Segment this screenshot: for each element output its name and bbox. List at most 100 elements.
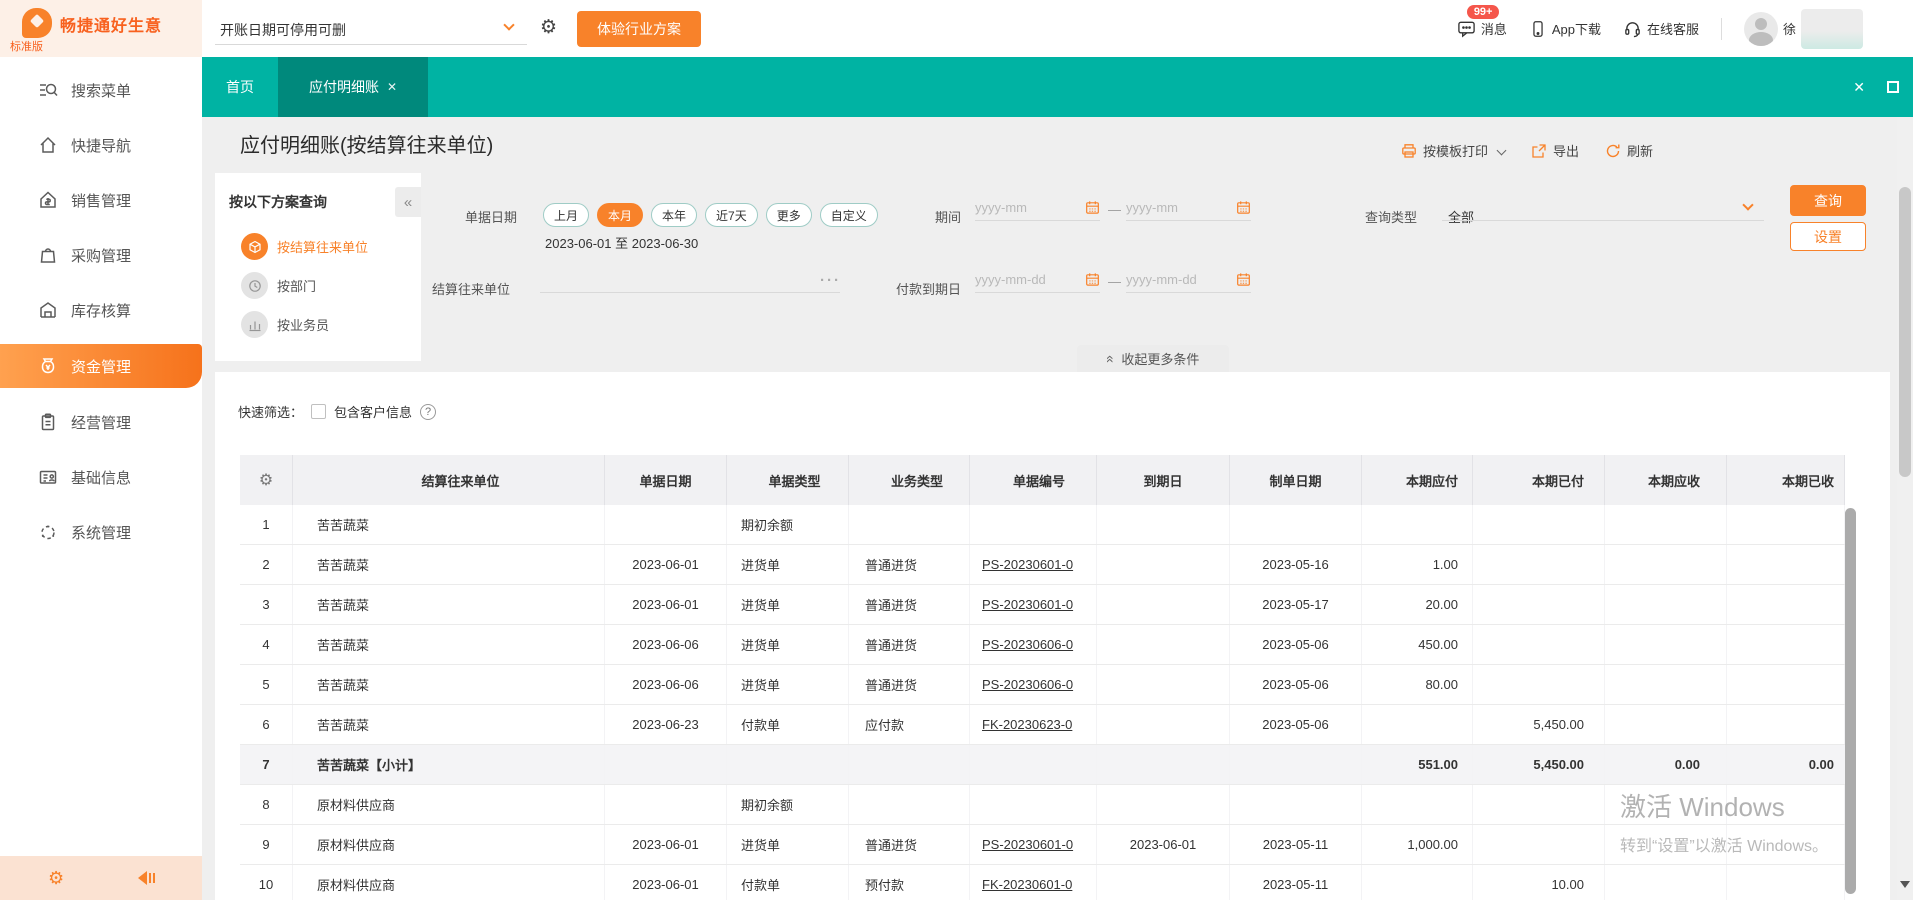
trial-industry-button[interactable]: 体验行业方案: [577, 11, 701, 47]
cell-no[interactable]: PS-20230601-0: [970, 545, 1097, 584]
sidebar-item-funds[interactable]: 资金管理: [0, 344, 202, 388]
doc-number-link[interactable]: PS-20230606-0: [982, 677, 1073, 692]
doc-number-link[interactable]: PS-20230601-0: [982, 597, 1073, 612]
more-icon[interactable]: ···: [820, 272, 841, 289]
refresh-button[interactable]: 刷新: [1605, 141, 1653, 160]
calendar-icon[interactable]: [1085, 272, 1100, 287]
date-chip-上月[interactable]: 上月: [543, 203, 590, 227]
table-scrollbar[interactable]: [1845, 508, 1856, 894]
column-header[interactable]: 业务类型: [849, 455, 970, 505]
doc-number-link[interactable]: FK-20230601-0: [982, 877, 1072, 892]
messages-button[interactable]: 99+ 消息: [1457, 5, 1507, 38]
date-range-value[interactable]: 2023-06-01 至 2023-06-30: [545, 233, 698, 252]
online-support-button[interactable]: 在线客服: [1623, 19, 1699, 38]
column-settings-gear-icon[interactable]: ⚙: [240, 455, 293, 505]
tab-home[interactable]: 首页: [202, 57, 278, 117]
cell-no[interactable]: PS-20230606-0: [970, 625, 1097, 664]
table-row[interactable]: 4 苦苦蔬菜 2023-06-06 进货单 普通进货 PS-20230606-0 2023-…: [240, 625, 1845, 665]
table-row[interactable]: 6 苦苦蔬菜 2023-06-23 付款单 应付款 FK-20230623-0 2023-0…: [240, 705, 1845, 745]
search-button[interactable]: 查询: [1790, 185, 1866, 216]
sidebar-item-base-info[interactable]: 基础信息: [0, 452, 202, 502]
sidebar-settings-gear-icon[interactable]: ⚙: [48, 868, 64, 889]
page-scrollbar-thumb[interactable]: [1899, 187, 1911, 477]
calendar-icon[interactable]: [1085, 200, 1100, 215]
scheme-by-department[interactable]: 按部门: [215, 266, 421, 305]
collapse-panel-button[interactable]: «: [395, 187, 421, 217]
date-chip-更多[interactable]: 更多: [765, 203, 812, 227]
doc-number-link[interactable]: PS-20230601-0: [982, 557, 1073, 572]
cell-no[interactable]: PS-20230601-0: [970, 585, 1097, 624]
collapse-more-conditions[interactable]: « 收起更多条件: [1077, 345, 1229, 372]
shopping-bag-icon: [40, 248, 56, 263]
due-to-input[interactable]: yyyy-mm-dd: [1126, 267, 1251, 293]
period-from-input[interactable]: yyyy-mm: [975, 195, 1100, 221]
column-header[interactable]: 单据日期: [605, 455, 727, 505]
tab-payable-ledger[interactable]: 应付明细账 ✕: [278, 57, 428, 117]
settings-button[interactable]: 设置: [1790, 222, 1866, 251]
table-row[interactable]: 10 原材料供应商 2023-06-01 付款单 预付款 FK-20230601-0 202…: [240, 865, 1845, 900]
table-row[interactable]: 3 苦苦蔬菜 2023-06-01 进货单 普通进货 PS-20230601-0 2023-…: [240, 585, 1845, 625]
query-type-select[interactable]: [1442, 195, 1764, 221]
column-header[interactable]: 本期已收: [1727, 455, 1845, 505]
app-download-button[interactable]: App下载: [1529, 19, 1601, 38]
sidebar-item-search-menu[interactable]: 搜索菜单: [0, 65, 202, 115]
page-scrollbar[interactable]: [1897, 117, 1913, 900]
period-to-input[interactable]: yyyy-mm: [1126, 195, 1251, 221]
sidebar-item-operations[interactable]: 经营管理: [0, 397, 202, 447]
account-set-dropdown[interactable]: 开账日期可停用可删: [215, 13, 527, 45]
export-button[interactable]: 导出: [1531, 141, 1579, 160]
table-row[interactable]: 1 苦苦蔬菜 期初余额: [240, 505, 1845, 545]
date-chip-自定义[interactable]: 自定义: [819, 203, 878, 227]
cell-type: 进货单: [727, 665, 849, 704]
collapse-sidebar-icon[interactable]: [138, 871, 154, 885]
column-header[interactable]: 本期应收: [1605, 455, 1727, 505]
table-row[interactable]: 7 苦苦蔬菜【小计】 551.00 5,450.00 0.00 0.00: [240, 745, 1845, 785]
table-row[interactable]: 9 原材料供应商 2023-06-01 进货单 普通进货 PS-20230601-0 202…: [240, 825, 1845, 865]
doc-number-link[interactable]: PS-20230606-0: [982, 637, 1073, 652]
tab-close-icon[interactable]: ✕: [387, 80, 397, 94]
calendar-icon[interactable]: [1236, 200, 1251, 215]
include-customer-checkbox[interactable]: [311, 404, 327, 419]
cell-recv: [1605, 785, 1727, 824]
user-menu[interactable]: 徐: [1743, 8, 1863, 49]
logo: 畅捷通好生意 标准版: [0, 0, 202, 57]
cell-no[interactable]: PS-20230601-0: [970, 825, 1097, 864]
table-row[interactable]: 2 苦苦蔬菜 2023-06-01 进货单 普通进货 PS-20230601-0 2023-…: [240, 545, 1845, 585]
print-by-template-button[interactable]: 按模板打印: [1401, 141, 1507, 160]
table-row[interactable]: 8 原材料供应商 期初余额: [240, 785, 1845, 825]
cell-recvd: 0.00: [1727, 745, 1845, 784]
cell-no[interactable]: FK-20230601-0: [970, 865, 1097, 900]
cell-no[interactable]: PS-20230606-0: [970, 665, 1097, 704]
doc-number-link[interactable]: PS-20230601-0: [982, 837, 1073, 852]
scheme-by-partner[interactable]: 按结算往来单位: [215, 227, 421, 266]
settings-gear-icon[interactable]: ⚙: [540, 16, 557, 39]
partner-input[interactable]: [540, 267, 840, 293]
sidebar-item-quick-nav[interactable]: 快捷导航: [0, 120, 202, 170]
date-chip-本月[interactable]: 本月: [597, 203, 644, 227]
column-header[interactable]: 结算往来单位: [293, 455, 605, 505]
column-header[interactable]: 本期应付: [1362, 455, 1473, 505]
sidebar-item-system[interactable]: 系统管理: [0, 507, 202, 557]
scroll-down-arrow-icon[interactable]: [1900, 881, 1910, 888]
doc-number-link[interactable]: FK-20230623-0: [982, 717, 1072, 732]
sidebar-item-inventory[interactable]: 库存核算: [0, 285, 202, 335]
date-chip-近7天[interactable]: 近7天: [705, 203, 758, 227]
sidebar-item-purchase[interactable]: 采购管理: [0, 230, 202, 280]
quick-filter-row: 快速筛选： 包含客户信息 ?: [238, 402, 437, 421]
fullscreen-icon[interactable]: [1887, 81, 1899, 93]
column-header[interactable]: 制单日期: [1230, 455, 1362, 505]
close-all-tabs-icon[interactable]: ✕: [1853, 79, 1865, 96]
scheme-by-salesperson[interactable]: 按业务员: [215, 305, 421, 344]
date-chip-本年[interactable]: 本年: [651, 203, 698, 227]
app-download-label: App下载: [1551, 22, 1601, 37]
cell-no[interactable]: FK-20230623-0: [970, 705, 1097, 744]
column-header[interactable]: 单据类型: [727, 455, 849, 505]
account-set-value: 开账日期可停用可删: [220, 22, 346, 38]
sidebar-item-sales[interactable]: 销售管理: [0, 175, 202, 225]
due-from-input[interactable]: yyyy-mm-dd: [975, 267, 1100, 293]
column-header[interactable]: 本期已付: [1473, 455, 1605, 505]
table-row[interactable]: 5 苦苦蔬菜 2023-06-06 进货单 普通进货 PS-20230606-0 2023-…: [240, 665, 1845, 705]
column-header[interactable]: 到期日: [1097, 455, 1230, 505]
column-header[interactable]: 单据编号: [970, 455, 1097, 505]
calendar-icon[interactable]: [1236, 272, 1251, 287]
